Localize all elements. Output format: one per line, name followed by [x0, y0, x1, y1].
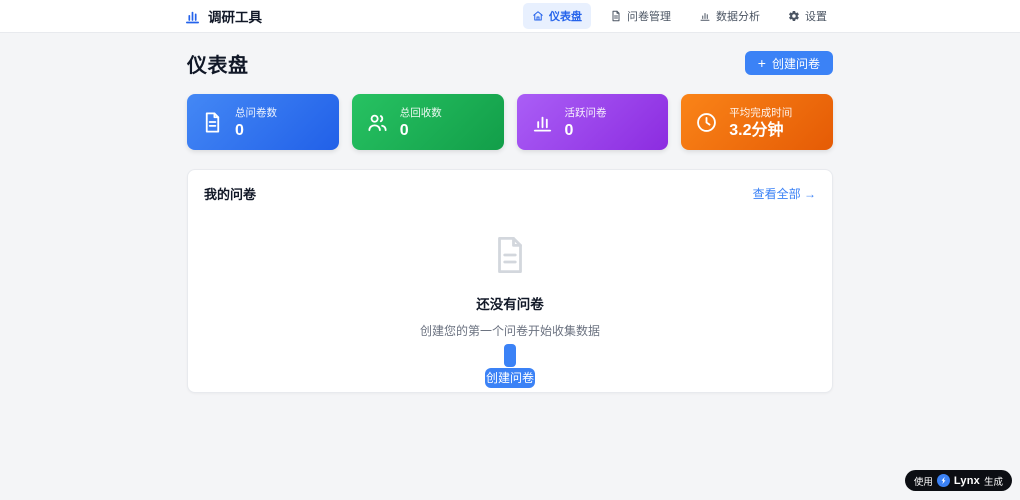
nav-label: 设置	[805, 11, 827, 23]
home-icon	[532, 10, 544, 22]
stat-value: 0	[235, 121, 244, 139]
empty-state-title: 还没有问卷	[476, 297, 544, 312]
empty-create-survey-button[interactable]: 创建问卷	[485, 368, 535, 388]
my-surveys-title: 我的问卷	[204, 187, 257, 202]
page-title: 仪表盘	[187, 54, 249, 77]
stat-value: 0	[564, 121, 574, 139]
top-header: 调研工具 仪表盘 问卷管理 数据分析 设置	[0, 0, 1020, 33]
bar-chart-icon	[531, 111, 554, 134]
brand-title: 调研工具	[208, 10, 262, 25]
badge-suffix: 生成	[983, 476, 1003, 488]
document-icon	[610, 10, 622, 22]
empty-document-icon	[489, 234, 531, 281]
view-all-link[interactable]: 查看全部 →	[753, 185, 816, 202]
clock-icon	[695, 111, 718, 134]
stat-card-total-surveys: 总问卷数 0	[187, 94, 339, 150]
document-icon	[201, 111, 224, 134]
users-icon	[366, 111, 389, 134]
stat-label: 活跃问卷	[564, 106, 607, 119]
lynx-logo-icon	[936, 474, 950, 487]
stat-label: 总回收数	[399, 106, 442, 119]
create-survey-button-label: 创建问卷	[771, 56, 820, 71]
badge-prefix: 使用	[913, 476, 933, 488]
stat-card-total-responses: 总回收数 0	[351, 94, 504, 150]
badge-brand: Lynx	[953, 474, 980, 487]
main-content: 仪表盘 + 创建问卷 总问卷数 0 总回收数 0 活跃问卷 0 平均完成时间 3…	[187, 48, 833, 393]
stats-row: 总问卷数 0 总回收数 0 活跃问卷 0 平均完成时间 3.2分钟	[187, 94, 833, 150]
bar-chart-logo-icon	[184, 8, 201, 25]
stat-label: 平均完成时间	[729, 106, 793, 119]
nav-item-dashboard[interactable]: 仪表盘	[523, 3, 591, 29]
plus-icon: +	[757, 55, 766, 71]
stat-card-active-surveys: 活跃问卷 0	[516, 94, 669, 150]
lynx-generated-badge[interactable]: 使用 Lynx 生成	[904, 470, 1012, 491]
nav-item-settings[interactable]: 设置	[779, 3, 836, 29]
stat-value: 3.2分钟	[729, 121, 784, 139]
empty-state: 还没有问卷 创建您的第一个问卷开始收集数据 创建问卷	[204, 203, 816, 388]
main-nav: 仪表盘 问卷管理 数据分析 设置	[523, 3, 836, 29]
stat-label: 总问卷数	[235, 106, 277, 119]
nav-label: 问卷管理	[627, 11, 671, 23]
nav-label: 数据分析	[716, 11, 760, 23]
my-surveys-panel: 我的问卷 查看全部 → 还没有问卷 创建您的第一个问卷开始收集数据 创建问卷	[187, 169, 833, 393]
gear-icon	[788, 10, 800, 22]
nav-label: 仪表盘	[549, 11, 582, 23]
nav-item-survey-management[interactable]: 问卷管理	[601, 3, 680, 29]
stat-card-avg-completion-time: 平均完成时间 3.2分钟	[681, 94, 833, 150]
nav-item-data-analysis[interactable]: 数据分析	[690, 3, 769, 29]
empty-state-subtitle: 创建您的第一个问卷开始收集数据	[419, 324, 600, 338]
create-survey-button-fragment[interactable]	[504, 344, 516, 367]
bar-chart-icon	[699, 10, 711, 22]
create-survey-button[interactable]: + 创建问卷	[744, 51, 833, 75]
stat-value: 0	[399, 121, 409, 139]
brand: 调研工具	[184, 6, 262, 26]
